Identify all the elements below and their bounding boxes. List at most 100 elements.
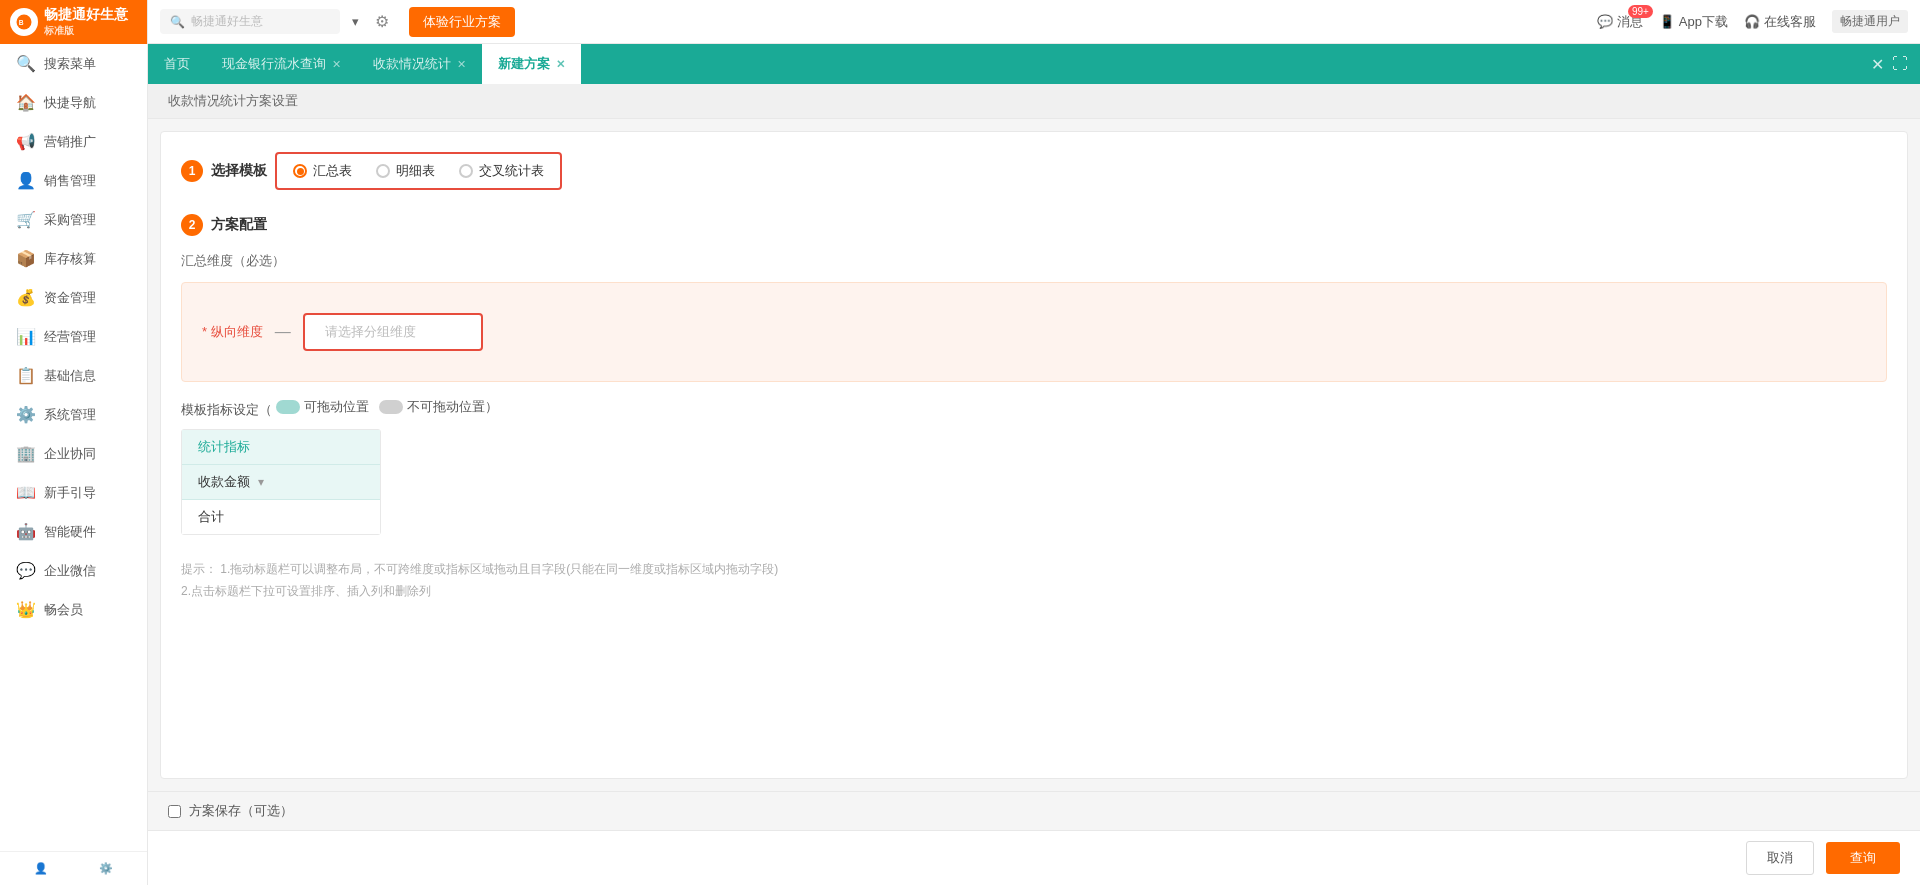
sidebar-item-marketing[interactable]: 📢 营销推广 [0,122,147,161]
sidebar-item-system[interactable]: ⚙️ 系统管理 [0,395,147,434]
topbar-message[interactable]: 💬 消息 99+ [1597,13,1643,31]
sidebar-label-hardware: 智能硬件 [44,523,96,541]
sidebar-item-collab[interactable]: 🏢 企业协同 [0,434,147,473]
main-area: 🔍 畅捷通好生意 ▾ ⚙ 体验行业方案 💬 消息 99+ 📱 App下载 🎧 在… [148,0,1920,885]
message-badge: 99+ [1628,5,1653,18]
sidebar: B 畅捷通好生意 标准版 🔍 搜索菜单 🏠 快捷导航 📢 营销推广 👤 销售管理… [0,0,148,885]
radio-summary[interactable]: 汇总表 [293,162,352,180]
wechat-icon: 💬 [16,561,36,580]
topbar: 🔍 畅捷通好生意 ▾ ⚙ 体验行业方案 💬 消息 99+ 📱 App下载 🎧 在… [148,0,1920,44]
topbar-dropdown[interactable]: ▾ [352,14,359,29]
topbar-search-box[interactable]: 🔍 畅捷通好生意 [160,9,340,34]
radio-cross-label: 交叉统计表 [479,162,544,180]
sidebar-item-nav[interactable]: 🏠 快捷导航 [0,83,147,122]
hardware-icon: 🤖 [16,522,36,541]
indicator-item-amount[interactable]: 收款金额 ▾ [182,465,380,500]
radio-cross[interactable]: 交叉统计表 [459,162,544,180]
tip-line1: 提示： 1.拖动标题栏可以调整布局，不可跨维度或指标区域拖动且目字段(只能在同一… [181,559,1887,581]
topbar-user[interactable]: 畅捷通用户 [1832,10,1908,33]
tips-section: 提示： 1.拖动标题栏可以调整布局，不可跨维度或指标区域拖动且目字段(只能在同一… [181,559,1887,602]
indicator-amount-label: 收款金额 [198,473,250,491]
tab-receipt-close[interactable]: ✕ [457,58,466,71]
sidebar-item-sales[interactable]: 👤 销售管理 [0,161,147,200]
topbar-gear-icon[interactable]: ⚙ [371,12,393,31]
close-window-icon[interactable]: ✕ [1871,55,1884,74]
member-icon: 👑 [16,600,36,619]
query-button[interactable]: 查询 [1826,842,1900,874]
radio-detail[interactable]: 明细表 [376,162,435,180]
radio-detail-label: 明细表 [396,162,435,180]
indicator-table: 统计指标 收款金额 ▾ 合计 [181,429,381,535]
content-body: 1 选择模板 汇总表 明细表 交叉统计表 [160,131,1908,779]
sidebar-label-basics: 基础信息 [44,367,96,385]
cancel-button[interactable]: 取消 [1746,841,1814,875]
app-name: 畅捷通好生意 [44,6,128,24]
radio-cross-btn[interactable] [459,164,473,178]
tab-new-plan-label: 新建方案 [498,55,550,73]
finance-icon: 💰 [16,288,36,307]
svg-text:B: B [19,19,24,26]
tab-new-plan[interactable]: 新建方案 ✕ [482,44,581,84]
step1-header: 1 选择模板 汇总表 明细表 交叉统计表 [181,152,1887,190]
sidebar-item-purchase[interactable]: 🛒 采购管理 [0,200,147,239]
maximize-icon[interactable]: ⛶ [1892,55,1908,73]
tab-bank-label: 现金银行流水查询 [222,55,326,73]
sidebar-bottom-user[interactable]: 👤 [34,862,48,875]
sidebar-item-guide[interactable]: 📖 新手引导 [0,473,147,512]
dimension-row: * 纵向维度 — 请选择分组维度 [202,313,1866,351]
content-area: 收款情况统计方案设置 1 选择模板 汇总表 明细表 [148,84,1920,830]
topbar-search-icon: 🔍 [170,15,185,29]
sidebar-bottom: 👤 ⚙️ [0,851,147,885]
topbar-support[interactable]: 🎧 在线客服 [1744,13,1816,31]
sidebar-label-guide: 新手引导 [44,484,96,502]
message-icon: 💬 [1597,14,1613,29]
indicator-settings-label: 模板指标设定（ 可拖动位置 不可拖动位置） [181,398,498,419]
drag-legend-draggable: 可拖动位置 [276,398,369,416]
save-plan-checkbox[interactable] [168,805,181,818]
sidebar-bottom-settings[interactable]: ⚙️ [99,862,113,875]
sidebar-item-hardware[interactable]: 🤖 智能硬件 [0,512,147,551]
sidebar-label-marketing: 营销推广 [44,133,96,151]
sidebar-item-search[interactable]: 🔍 搜索菜单 [0,44,147,83]
tabs-actions: ✕ ⛶ [1859,55,1920,74]
step1-title: 选择模板 [211,162,267,180]
sidebar-label-wechat: 企业微信 [44,562,96,580]
content-header: 收款情况统计方案设置 [148,84,1920,119]
app-version: 标准版 [44,24,128,38]
sidebar-logo: B 畅捷通好生意 标准版 [0,0,147,44]
sidebar-item-management[interactable]: 📊 经营管理 [0,317,147,356]
tab-home[interactable]: 首页 [148,44,206,84]
sidebar-item-basics[interactable]: 📋 基础信息 [0,356,147,395]
sidebar-label-collab: 企业协同 [44,445,96,463]
radio-detail-btn[interactable] [376,164,390,178]
sidebar-item-member[interactable]: 👑 畅会员 [0,590,147,629]
dimension-select[interactable]: 请选择分组维度 [303,313,483,351]
tab-home-label: 首页 [164,55,190,73]
sidebar-label-search: 搜索菜单 [44,55,96,73]
support-icon: 🎧 [1744,14,1760,29]
save-plan-label[interactable]: 方案保存（可选） [189,802,293,820]
sales-icon: 👤 [16,171,36,190]
tab-receipt-label: 收款情况统计 [373,55,451,73]
industry-button[interactable]: 体验行业方案 [409,7,515,37]
indicator-section: 模板指标设定（ 可拖动位置 不可拖动位置） [181,398,1887,535]
tab-receipt[interactable]: 收款情况统计 ✕ [357,44,482,84]
amount-dropdown-icon[interactable]: ▾ [258,475,264,489]
tab-new-plan-close[interactable]: ✕ [556,58,565,71]
topbar-download[interactable]: 📱 App下载 [1659,13,1728,31]
purchase-icon: 🛒 [16,210,36,229]
drag-legend-not-draggable: 不可拖动位置） [379,398,498,416]
tip-line2: 2.点击标题栏下拉可设置排序、插入列和删除列 [181,581,1887,603]
marketing-icon: 📢 [16,132,36,151]
radio-summary-btn[interactable] [293,164,307,178]
search-icon: 🔍 [16,54,36,73]
sidebar-item-finance[interactable]: 💰 资金管理 [0,278,147,317]
tab-bank-close[interactable]: ✕ [332,58,341,71]
sidebar-bottom-settings-icon: ⚙️ [99,862,113,875]
support-label: 在线客服 [1764,13,1816,31]
sidebar-bottom-user-icon: 👤 [34,862,48,875]
footer-section: 方案保存（可选） [148,791,1920,830]
sidebar-item-inventory[interactable]: 📦 库存核算 [0,239,147,278]
sidebar-item-wechat[interactable]: 💬 企业微信 [0,551,147,590]
tab-bank[interactable]: 现金银行流水查询 ✕ [206,44,357,84]
